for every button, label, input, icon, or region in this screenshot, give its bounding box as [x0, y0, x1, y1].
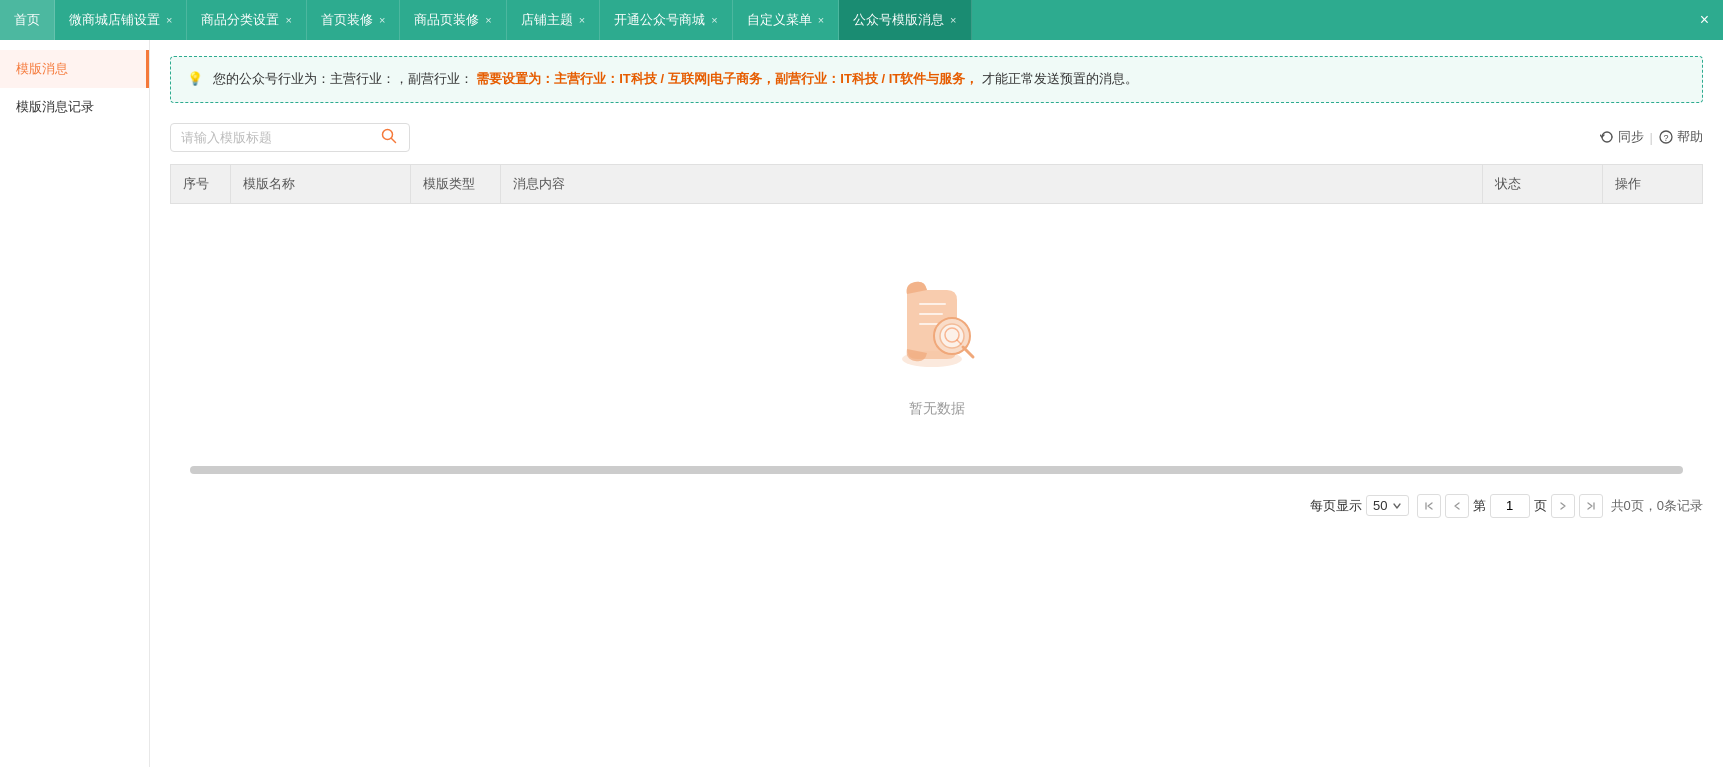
- main-layout: 模版消息模版消息记录 💡 您的公众号行业为：主营行业：，副营行业： 需要设置为：…: [0, 40, 1723, 767]
- page-navigation: 第 页: [1417, 494, 1603, 518]
- data-table: 序号 模版名称 模版类型 消息内容 状态 操作: [170, 164, 1703, 458]
- col-header-status: 状态: [1483, 164, 1603, 203]
- svg-text:?: ?: [1663, 133, 1668, 143]
- content-area: 💡 您的公众号行业为：主营行业：，副营行业： 需要设置为：主营行业：IT科技 /…: [150, 40, 1723, 767]
- next-page-button[interactable]: [1551, 494, 1575, 518]
- sidebar-item-1[interactable]: 模版消息记录: [0, 88, 149, 126]
- notice-text-before: 您的公众号行业为：主营行业：，副营行业：: [213, 71, 473, 86]
- page-size-value: 50: [1373, 498, 1387, 513]
- nav-tab-1[interactable]: 微商城店铺设置×: [55, 0, 187, 40]
- close-all-button[interactable]: ×: [1686, 11, 1723, 29]
- svg-line-10: [963, 347, 973, 357]
- page-label-before: 第: [1473, 497, 1486, 515]
- notice-text-after: 才能正常发送预置的消息。: [982, 71, 1138, 86]
- search-actions: 同步 | ? 帮助: [1600, 128, 1703, 146]
- next-page-icon: [1558, 501, 1568, 511]
- empty-state: 暂无数据: [171, 204, 1703, 458]
- tab-close-icon[interactable]: ×: [950, 14, 956, 26]
- prev-page-button[interactable]: [1445, 494, 1469, 518]
- nav-tab-0[interactable]: 首页: [0, 0, 55, 40]
- nav-tab-6[interactable]: 开通公众号商城×: [600, 0, 732, 40]
- tab-close-icon[interactable]: ×: [166, 14, 172, 26]
- notice-box: 💡 您的公众号行业为：主营行业：，副营行业： 需要设置为：主营行业：IT科技 /…: [170, 56, 1703, 103]
- sync-label: 同步: [1618, 128, 1644, 146]
- col-header-seq: 序号: [171, 164, 231, 203]
- nav-tab-2[interactable]: 商品分类设置×: [187, 0, 306, 40]
- empty-text: 暂无数据: [909, 400, 965, 418]
- tab-close-icon[interactable]: ×: [818, 14, 824, 26]
- top-navigation: 首页微商城店铺设置×商品分类设置×首页装修×商品页装修×店铺主题×开通公众号商城…: [0, 0, 1723, 40]
- last-page-button[interactable]: [1579, 494, 1603, 518]
- nav-tab-4[interactable]: 商品页装修×: [400, 0, 506, 40]
- svg-line-1: [392, 138, 396, 142]
- first-page-icon: [1424, 501, 1434, 511]
- tab-close-icon[interactable]: ×: [379, 14, 385, 26]
- search-bar: 同步 | ? 帮助: [170, 123, 1703, 152]
- search-icon[interactable]: [381, 128, 397, 147]
- col-header-name: 模版名称: [231, 164, 411, 203]
- first-page-button[interactable]: [1417, 494, 1441, 518]
- notice-icon: 💡: [187, 71, 203, 86]
- sync-button[interactable]: 同步: [1600, 128, 1644, 146]
- page-total: 共0页，0条记录: [1611, 497, 1703, 515]
- help-button[interactable]: ? 帮助: [1659, 128, 1703, 146]
- col-header-type: 模版类型: [411, 164, 501, 203]
- nav-tab-7[interactable]: 自定义菜单×: [733, 0, 839, 40]
- chevron-down-icon: [1392, 501, 1402, 511]
- pagination: 每页显示 50: [170, 482, 1703, 522]
- page-size-label: 每页显示: [1310, 497, 1362, 515]
- prev-page-icon: [1452, 501, 1462, 511]
- search-input[interactable]: [181, 130, 381, 145]
- page-size-selector: 每页显示 50: [1310, 495, 1408, 516]
- search-input-wrap[interactable]: [170, 123, 410, 152]
- horizontal-scrollbar[interactable]: [190, 466, 1683, 474]
- col-header-action: 操作: [1603, 164, 1703, 203]
- col-header-content: 消息内容: [501, 164, 1483, 203]
- tab-close-icon[interactable]: ×: [579, 14, 585, 26]
- page-label-after: 页: [1534, 497, 1547, 515]
- divider: |: [1650, 130, 1653, 145]
- help-label: 帮助: [1677, 128, 1703, 146]
- nav-tab-5[interactable]: 店铺主题×: [507, 0, 600, 40]
- sidebar: 模版消息模版消息记录: [0, 40, 150, 767]
- tab-close-icon[interactable]: ×: [285, 14, 291, 26]
- empty-illustration: [877, 264, 997, 384]
- page-size-select-box[interactable]: 50: [1366, 495, 1408, 516]
- tab-close-icon[interactable]: ×: [485, 14, 491, 26]
- notice-highlight: 需要设置为：主营行业：IT科技 / 互联网|电子商务，副营行业：IT科技 / I…: [476, 71, 978, 86]
- sidebar-item-0[interactable]: 模版消息: [0, 50, 149, 88]
- page-number-input[interactable]: [1490, 494, 1530, 518]
- table-header-row: 序号 模版名称 模版类型 消息内容 状态 操作: [171, 164, 1703, 203]
- last-page-icon: [1586, 501, 1596, 511]
- nav-tab-8[interactable]: 公众号模版消息×: [839, 0, 971, 40]
- tab-close-icon[interactable]: ×: [711, 14, 717, 26]
- empty-row: 暂无数据: [171, 203, 1703, 458]
- nav-tab-3[interactable]: 首页装修×: [307, 0, 400, 40]
